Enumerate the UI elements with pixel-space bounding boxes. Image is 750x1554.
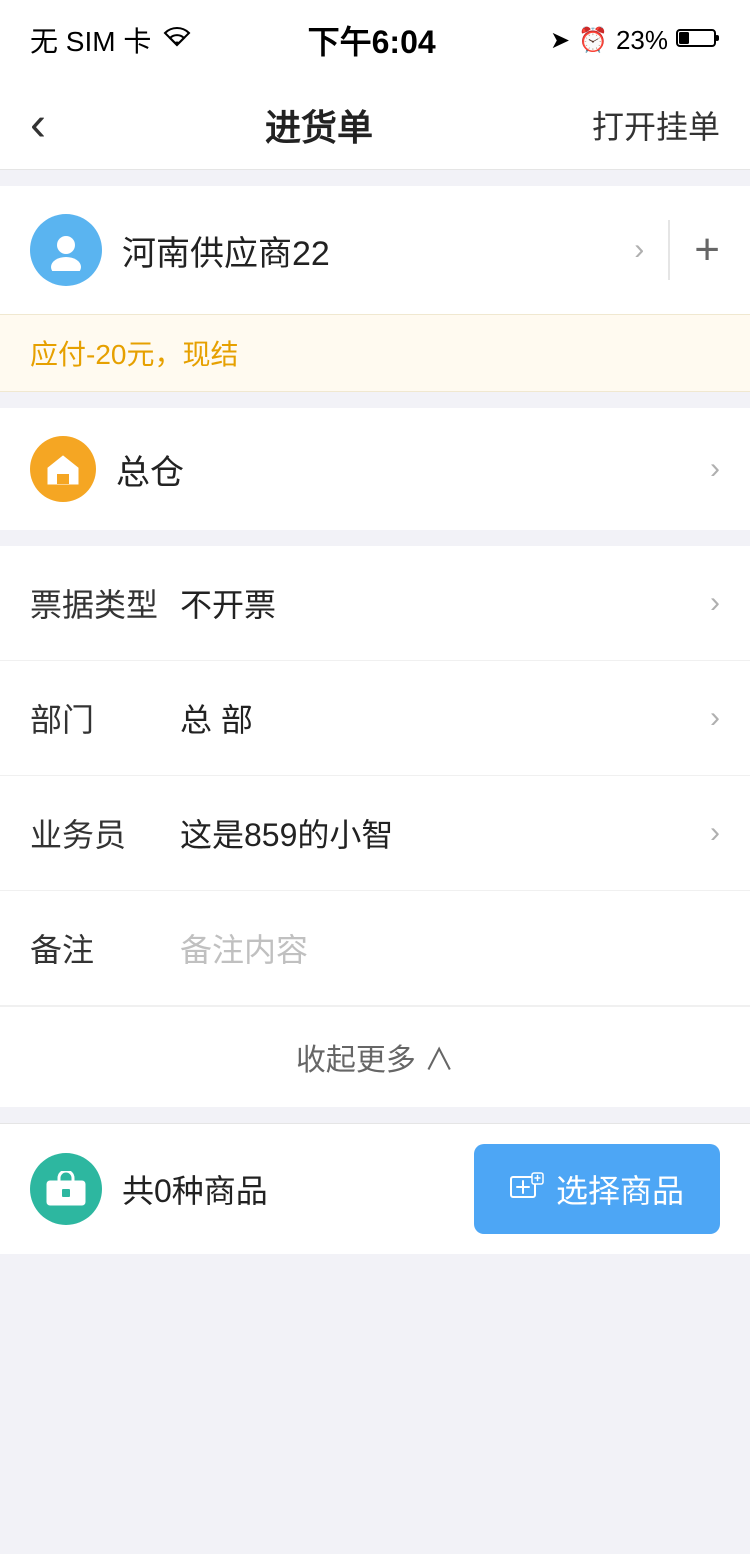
remark-value: 备注内容 [170,925,720,971]
select-product-icon [510,1171,544,1208]
wifi-icon [161,24,193,56]
status-bar: 无 SIM 卡 下午6:04 ➤ ⏰ 23% [0,0,750,80]
supplier-card: 河南供应商22 › + 应付-20元，现结 [0,186,750,392]
warehouse-chevron-icon: › [710,452,720,486]
collapse-button[interactable]: 收起更多 ∧ [0,1006,750,1107]
battery-icon [676,25,720,56]
page-title: 进货单 [265,99,373,151]
status-right: ➤ ⏰ 23% [550,25,720,56]
warehouse-row[interactable]: 总仓 › [0,408,750,530]
product-icon [30,1153,102,1225]
form-section: 票据类型 不开票 › 部门 总 部 › 业务员 这是859的小智 › 备注 备注… [0,546,750,1107]
remark-label: 备注 [30,925,170,971]
time-label: 下午6:04 [308,17,436,63]
carrier-label: 无 SIM 卡 [30,20,151,60]
department-chevron-icon: › [710,701,720,735]
supplier-chevron-icon: › [634,233,644,267]
department-label: 部门 [30,695,170,741]
department-value: 总 部 [170,695,710,741]
supplier-row[interactable]: 河南供应商22 › + [0,186,750,314]
warehouse-card: 总仓 › [0,408,750,530]
invoice-type-label: 票据类型 [30,580,170,626]
salesperson-row[interactable]: 业务员 这是859的小智 › [0,776,750,891]
battery-label: 23% [616,25,668,56]
nav-bar: ‹ 进货单 打开挂单 [0,80,750,170]
notice-text: 应付-20元，现结 [30,339,238,370]
remark-row[interactable]: 备注 备注内容 [0,891,750,1006]
salesperson-chevron-icon: › [710,816,720,850]
product-count-label: 共0种商品 [122,1166,474,1212]
bottom-bar: 共0种商品 选择商品 [0,1123,750,1254]
notice-banner: 应付-20元，现结 [0,314,750,392]
department-row[interactable]: 部门 总 部 › [0,661,750,776]
supplier-name: 河南供应商22 [122,226,634,275]
select-product-button[interactable]: 选择商品 [474,1144,720,1234]
supplier-avatar [30,214,102,286]
warehouse-name: 总仓 [116,445,710,494]
salesperson-label: 业务员 [30,810,170,856]
status-left: 无 SIM 卡 [30,20,193,60]
invoice-type-value: 不开票 [170,580,710,626]
location-icon: ➤ [550,26,570,55]
add-supplier-button[interactable]: + [694,228,720,272]
invoice-type-chevron-icon: › [710,586,720,620]
gray-footer [0,1254,750,1554]
open-pending-button[interactable]: 打开挂单 [592,102,720,148]
select-product-label: 选择商品 [556,1166,684,1212]
alarm-icon: ⏰ [578,26,608,55]
warehouse-icon [30,436,96,502]
vertical-divider [668,220,670,280]
collapse-label: 收起更多 ∧ [296,1044,454,1077]
back-button[interactable]: ‹ [30,97,46,152]
invoice-type-row[interactable]: 票据类型 不开票 › [0,546,750,661]
salesperson-value: 这是859的小智 [170,810,710,856]
